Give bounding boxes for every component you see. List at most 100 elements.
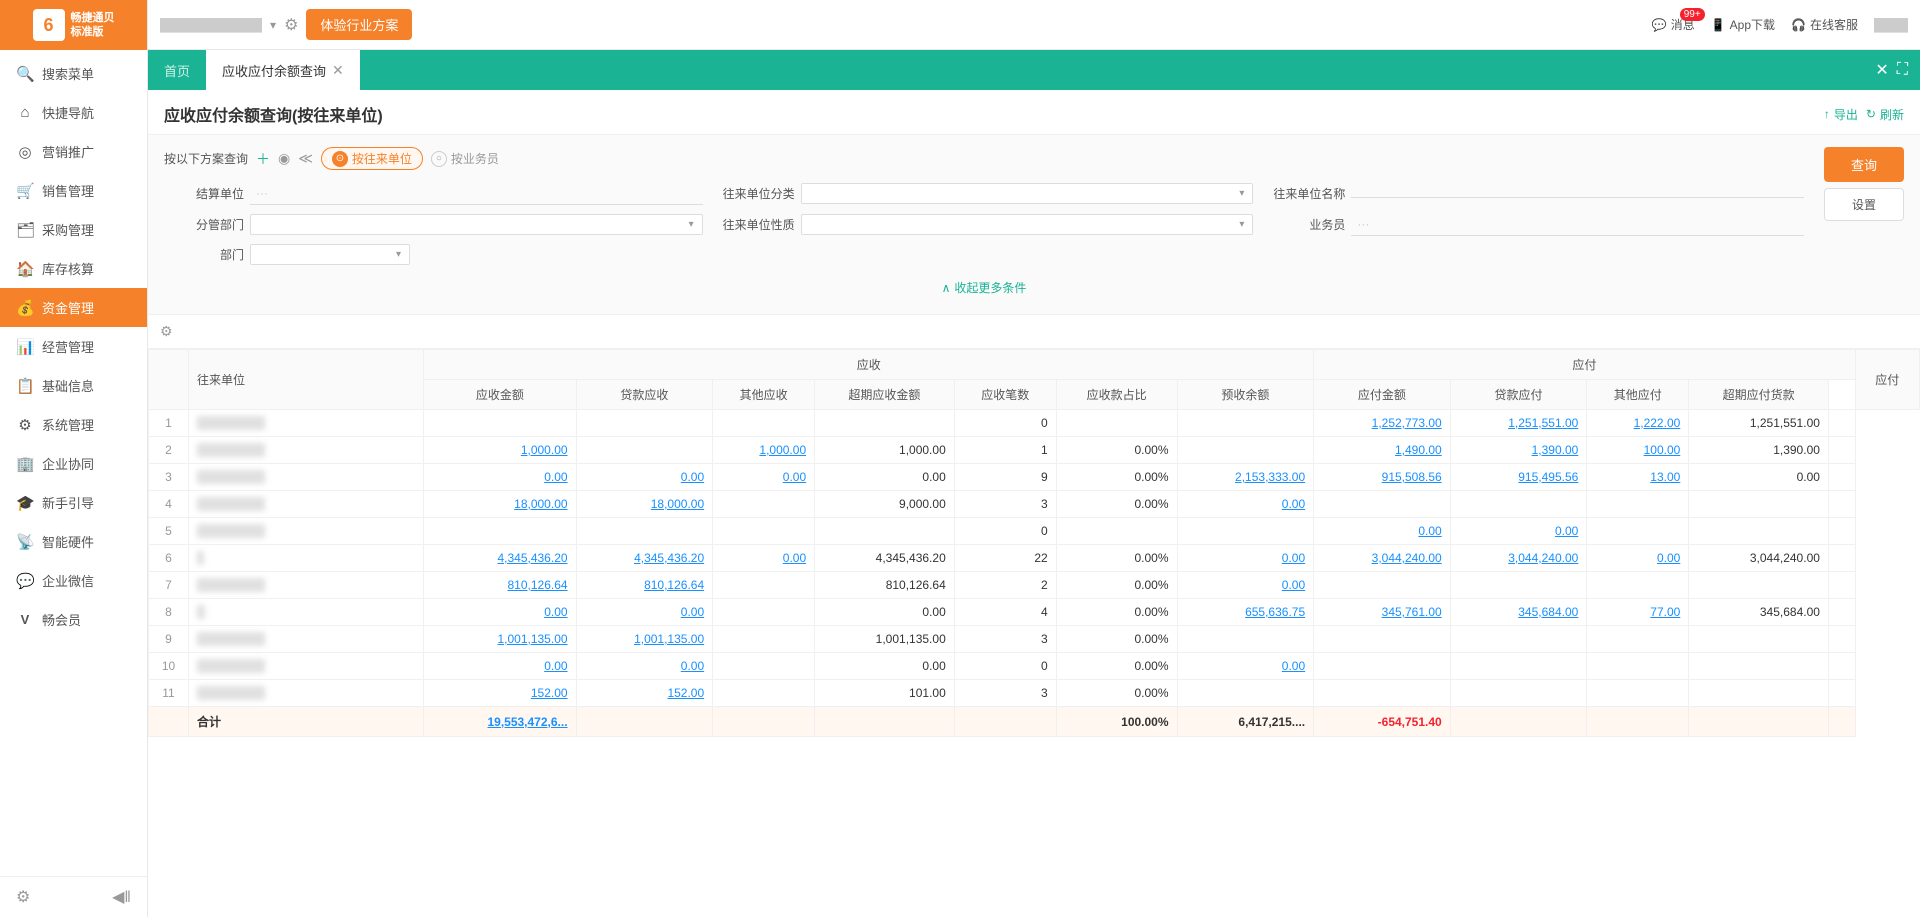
sidebar-item-basic-info[interactable]: 📋 基础信息: [0, 366, 147, 405]
filter-expand-icon[interactable]: ≪: [298, 150, 313, 167]
table-cell[interactable]: 1,000.00: [424, 437, 576, 464]
filter-settings-button[interactable]: 设置: [1824, 188, 1904, 221]
footer-ar-ratio: 100.00%: [1056, 707, 1177, 737]
unit-name-input[interactable]: [1351, 189, 1804, 198]
sidebar-item-enterprise[interactable]: 🏢 企业协同: [0, 444, 147, 483]
table-cell[interactable]: 655,636.75: [1177, 599, 1314, 626]
topbar-left: ████████████ ▾ ⚙ 体验行业方案: [160, 9, 412, 40]
table-cell[interactable]: 345,761.00: [1314, 599, 1451, 626]
table-cell[interactable]: 1,252,773.00: [1314, 410, 1451, 437]
table-cell[interactable]: 77.00: [1587, 599, 1689, 626]
footer-settings-icon[interactable]: ⚙: [16, 887, 30, 907]
table-cell: [1450, 626, 1587, 653]
sidebar-item-system[interactable]: ⚙ 系统管理: [0, 405, 147, 444]
table-cell[interactable]: 0.00: [424, 599, 576, 626]
table-cell[interactable]: 915,508.56: [1314, 464, 1451, 491]
add-filter-icon[interactable]: ＋: [256, 149, 270, 169]
table-cell[interactable]: 18,000.00: [576, 491, 713, 518]
table-cell[interactable]: 915,495.56: [1450, 464, 1587, 491]
table-cell[interactable]: 3,044,240.00: [1314, 545, 1451, 572]
table-cell[interactable]: 1,000.00: [713, 437, 815, 464]
gear-settings-icon[interactable]: ⚙: [284, 15, 298, 35]
table-cell[interactable]: 3,044,240.00: [1450, 545, 1587, 572]
table-cell[interactable]: 1,251,551.00: [1450, 410, 1587, 437]
export-button[interactable]: ↑ 导出: [1824, 106, 1858, 123]
message-button[interactable]: 💬 消息 99+: [1652, 16, 1695, 33]
sidebar-item-purchase[interactable]: 🗂 采购管理: [0, 210, 147, 249]
sidebar-item-marketing[interactable]: ◎ 营销推广: [0, 132, 147, 171]
app-download-button[interactable]: 📱 App下载: [1711, 16, 1775, 33]
table-cell[interactable]: 18,000.00: [424, 491, 576, 518]
table-cell[interactable]: 13.00: [1587, 464, 1689, 491]
table-cell[interactable]: 0.00: [424, 653, 576, 680]
sidebar-item-operation[interactable]: 📊 经营管理: [0, 327, 147, 366]
table-cell[interactable]: 0.00: [1450, 518, 1587, 545]
chevron-down-icon[interactable]: ▾: [270, 18, 276, 32]
promo-button[interactable]: 体验行业方案: [306, 9, 412, 40]
filter-scheme-by-partner[interactable]: ⊙ 按往来单位: [321, 147, 423, 170]
tab-ar-ap[interactable]: 应收应付余额查询 ✕: [206, 50, 360, 90]
table-cell[interactable]: 0.00: [713, 464, 815, 491]
table-cell[interactable]: 345,684.00: [1450, 599, 1587, 626]
unit-nature-input[interactable]: ▾: [801, 214, 1254, 235]
filter-scheme-by-salesperson[interactable]: ○ 按业务员: [431, 150, 499, 167]
unit-category-input[interactable]: ▾: [801, 183, 1254, 204]
table-cell[interactable]: 4,345,436.20: [576, 545, 713, 572]
table-cell[interactable]: 0.00: [1587, 545, 1689, 572]
table-cell[interactable]: 0.00: [576, 599, 713, 626]
table-cell[interactable]: 0.00: [1177, 653, 1314, 680]
table-cell[interactable]: 152.00: [576, 680, 713, 707]
tab-close-all-icon[interactable]: ✕: [1875, 60, 1888, 80]
table-cell: [1689, 680, 1829, 707]
department-input[interactable]: ▾: [250, 244, 410, 265]
table-cell[interactable]: 810,126.64: [576, 572, 713, 599]
table-cell: [1828, 410, 1855, 437]
settlement-input[interactable]: ···: [250, 182, 703, 205]
online-support-button[interactable]: 🎧 在线客服: [1791, 16, 1858, 33]
footer-ar-amount[interactable]: 19,553,472,6...: [424, 707, 576, 737]
table-cell[interactable]: 0.00: [1177, 545, 1314, 572]
table-cell[interactable]: 1,001,135.00: [576, 626, 713, 653]
table-settings-icon[interactable]: ⚙: [160, 323, 173, 340]
sidebar-item-inventory[interactable]: 🏠 库存核算: [0, 249, 147, 288]
sidebar-item-guide[interactable]: 🎓 新手引导: [0, 483, 147, 522]
table-cell[interactable]: 0.00: [1314, 518, 1451, 545]
table-cell: 10: [149, 653, 189, 680]
sidebar-item-quick-nav[interactable]: ⌂ 快捷导航: [0, 93, 147, 132]
salesperson-input[interactable]: ···: [1351, 213, 1804, 236]
user-avatar[interactable]: ████: [1874, 18, 1908, 32]
sidebar-item-hardware[interactable]: 📡 智能硬件: [0, 522, 147, 561]
sidebar-item-finance[interactable]: 💰 资金管理: [0, 288, 147, 327]
tab-home[interactable]: 首页: [148, 50, 206, 90]
table-cell[interactable]: 1,222.00: [1587, 410, 1689, 437]
table-cell[interactable]: 0.00: [424, 464, 576, 491]
dept-input[interactable]: ▾: [250, 214, 703, 235]
filter-settings-icon[interactable]: ◉: [278, 150, 290, 167]
footer-collapse-icon[interactable]: ◀‖: [112, 887, 131, 907]
refresh-button[interactable]: ↻ 刷新: [1866, 106, 1904, 123]
tab-close-icon[interactable]: ✕: [332, 62, 344, 79]
collapse-filter-button[interactable]: ∧ 收起更多条件: [164, 273, 1804, 302]
sidebar-item-sales[interactable]: 🛒 销售管理: [0, 171, 147, 210]
sidebar-item-member[interactable]: V 畅会员: [0, 600, 147, 639]
table-cell[interactable]: 0.00: [1177, 491, 1314, 518]
table-cell: 0.00%: [1056, 545, 1177, 572]
table-cell[interactable]: 810,126.64: [424, 572, 576, 599]
table-cell[interactable]: 1,490.00: [1314, 437, 1451, 464]
table-cell[interactable]: 1,001,135.00: [424, 626, 576, 653]
tab-expand-icon[interactable]: ⛶: [1897, 61, 1908, 79]
table-cell: 0.00: [815, 599, 955, 626]
sidebar-item-search[interactable]: 🔍 搜索菜单: [0, 54, 147, 93]
table-cell[interactable]: 2,153,333.00: [1177, 464, 1314, 491]
table-cell[interactable]: 0.00: [713, 545, 815, 572]
table-cell[interactable]: 0.00: [576, 653, 713, 680]
sidebar-item-wechat[interactable]: 💬 企业微信: [0, 561, 147, 600]
table-cell[interactable]: 0.00: [576, 464, 713, 491]
table-cell[interactable]: 100.00: [1587, 437, 1689, 464]
query-button[interactable]: 查询: [1824, 147, 1904, 182]
table-cell[interactable]: 1,390.00: [1450, 437, 1587, 464]
table-cell[interactable]: 4,345,436.20: [424, 545, 576, 572]
table-cell[interactable]: 0.00: [1177, 572, 1314, 599]
table-cell: 6: [149, 545, 189, 572]
table-cell[interactable]: 152.00: [424, 680, 576, 707]
